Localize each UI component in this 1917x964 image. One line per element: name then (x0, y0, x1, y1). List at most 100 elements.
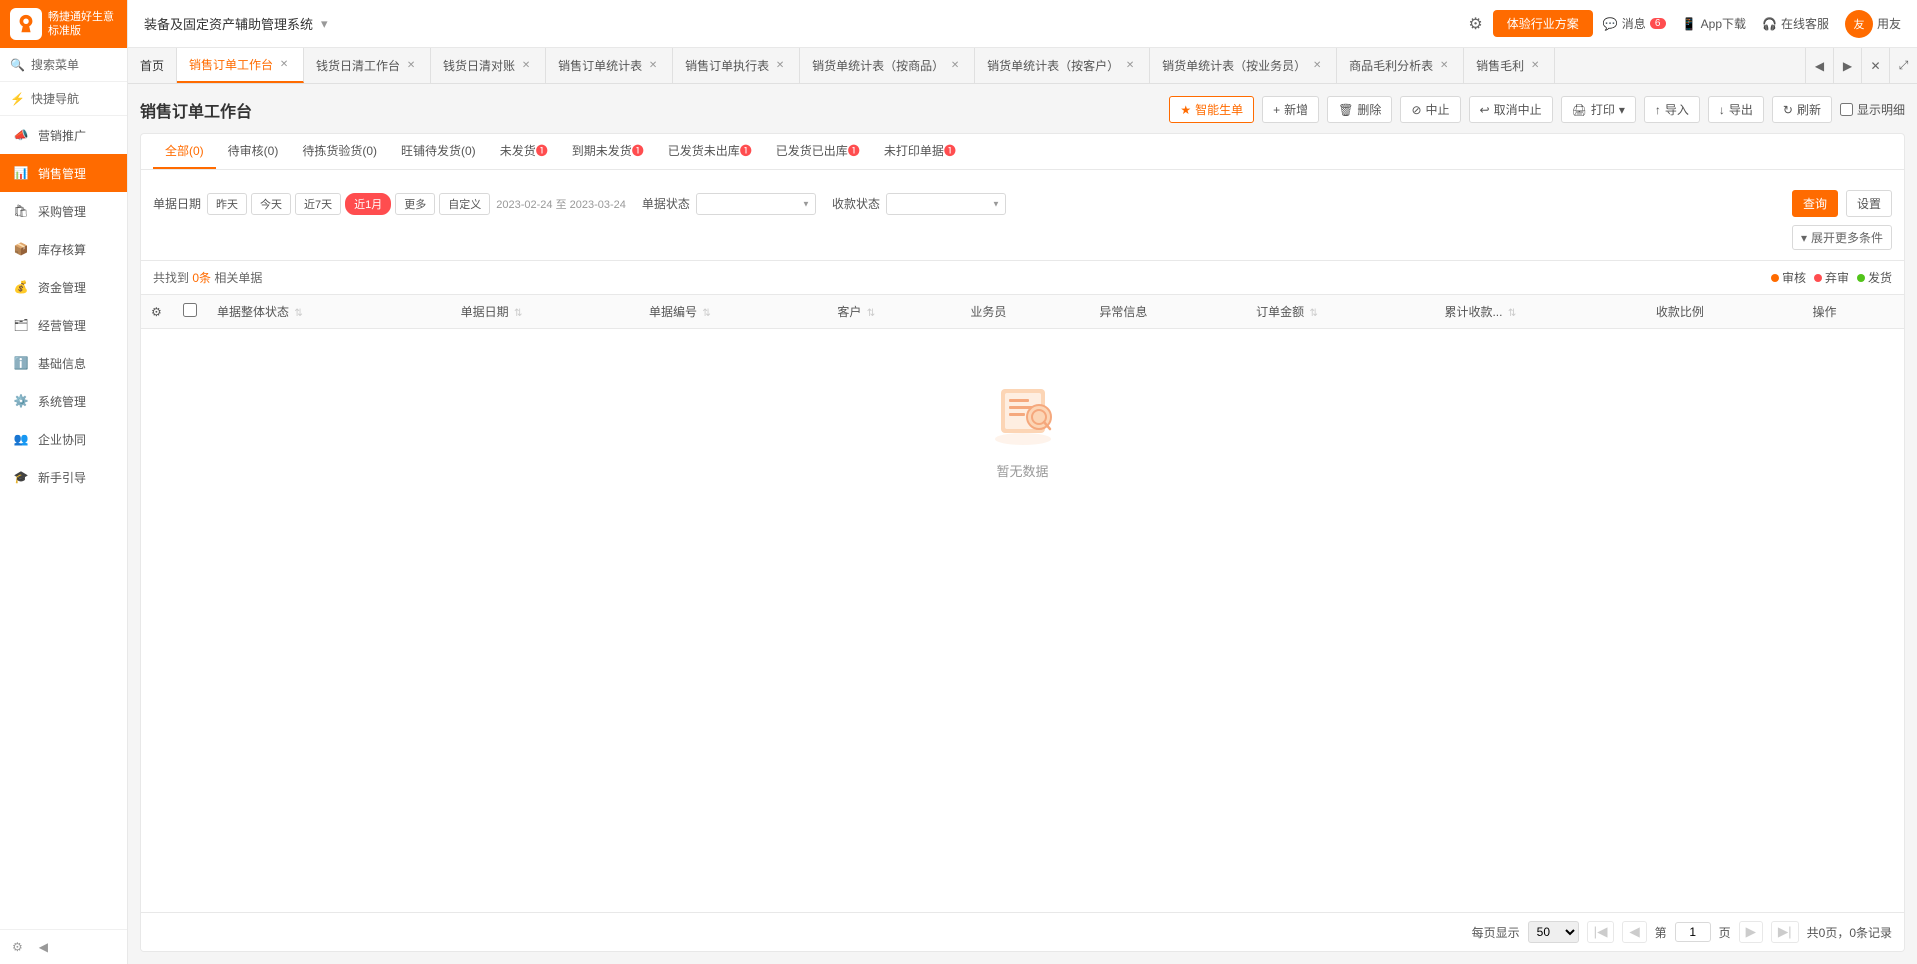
tab-gross-margin[interactable]: 商品毛利分析表 ✕ (1337, 48, 1464, 83)
sidebar-item-system[interactable]: ⚙️ 系统管理 (0, 382, 127, 420)
sidebar-item-operation[interactable]: 🗂 经营管理 (0, 306, 127, 344)
sidebar-item-enterprise[interactable]: 👥 企业协同 (0, 420, 127, 458)
tab-cash-reconcile[interactable]: 钱货日清对账 ✕ (431, 48, 546, 83)
sort-icon[interactable]: ⇅ (1309, 308, 1317, 319)
filter-tab-overdue[interactable]: 到期未发货❶ (560, 134, 656, 169)
sidebar-item-inventory[interactable]: 📦 库存核算 (0, 230, 127, 268)
filter-settings-button[interactable]: 设置 (1846, 190, 1892, 217)
query-button[interactable]: 查询 (1792, 190, 1838, 217)
app-download-action[interactable]: 📱 App下载 (1682, 15, 1746, 32)
page-number-input[interactable] (1675, 922, 1711, 942)
sidebar-item-baseinfo[interactable]: ℹ️ 基础信息 (0, 344, 127, 382)
sidebar-item-label: 企业协同 (38, 431, 86, 448)
tab-close-icon[interactable]: ✕ (1528, 59, 1542, 73)
user-action[interactable]: 友 用友 (1845, 10, 1901, 38)
sidebar-search-item[interactable]: 🔍 搜索菜单 (0, 48, 127, 82)
date-custom-button[interactable]: 自定义 (439, 193, 490, 215)
table-scroll-area[interactable]: ⚙ 单据整体状态 ⇅ 单据日期 ⇅ (141, 295, 1904, 912)
col-status-label: 单据整体状态 (217, 305, 289, 319)
tab-cash-daily[interactable]: 钱货日清工作台 ✕ (304, 48, 431, 83)
logo-text: 畅捷通好生意 标准版 (48, 10, 114, 39)
suspend-button[interactable]: ⊘ 中止 (1400, 96, 1460, 123)
tab-close-icon[interactable]: ✕ (277, 58, 291, 72)
tab-scroll-left-button[interactable]: ◀ (1805, 48, 1833, 84)
tab-close-icon[interactable]: ✕ (404, 59, 418, 73)
status-filter-select[interactable] (696, 193, 816, 215)
tab-scroll-right-button[interactable]: ▶ (1833, 48, 1861, 84)
next-page-button[interactable]: ▶ (1739, 921, 1763, 943)
payment-filter-select[interactable] (886, 193, 1006, 215)
ship-action-button[interactable]: 发货 (1857, 269, 1892, 286)
gear-bottom-icon[interactable]: ⚙ (12, 940, 23, 954)
refresh-button[interactable]: ↻ 刷新 (1772, 96, 1832, 123)
date-today-button[interactable]: 今天 (251, 193, 291, 215)
filter-tab-pending-review[interactable]: 待审核(0) (216, 134, 291, 169)
sidebar-quicknav-item[interactable]: ⚡ 快捷导航 (0, 82, 127, 116)
settings-topbar-icon[interactable]: ⚙ (1468, 14, 1482, 34)
message-action[interactable]: 💬 消息 6 (1603, 15, 1666, 32)
show-detail-checkbox[interactable]: 显示明细 (1840, 101, 1905, 118)
delete-button[interactable]: 🗑 删除 (1327, 96, 1392, 123)
cancel-review-action-button[interactable]: 弃审 (1814, 269, 1849, 286)
review-action-button[interactable]: 审核 (1771, 269, 1806, 286)
prev-page-button[interactable]: ◀ (1622, 921, 1646, 943)
sort-icon[interactable]: ⇅ (1508, 308, 1516, 319)
tab-sales-exec[interactable]: 销售订单执行表 ✕ (673, 48, 800, 83)
show-detail-input[interactable] (1840, 103, 1853, 116)
tab-close-icon[interactable]: ✕ (1123, 59, 1137, 73)
sidebar-item-purchase[interactable]: 🛍 采购管理 (0, 192, 127, 230)
sort-icon[interactable]: ⇅ (294, 308, 302, 319)
filter-tab-not-shipped[interactable]: 未发货❶ (488, 134, 560, 169)
tab-close-icon[interactable]: ✕ (1310, 59, 1324, 73)
tab-sales-stat[interactable]: 销售订单统计表 ✕ (546, 48, 673, 83)
tab-maximize-button[interactable]: ⤢ (1889, 48, 1917, 84)
select-all-checkbox[interactable] (183, 303, 197, 317)
sidebar-item-guide[interactable]: 🎓 新手引导 (0, 458, 127, 496)
tab-sales-order[interactable]: 销售订单工作台 ✕ (177, 48, 304, 83)
tab-sales-summary-product[interactable]: 销货单统计表（按商品） ✕ (800, 48, 975, 83)
tab-close-icon[interactable]: ✕ (519, 59, 533, 73)
new-button[interactable]: + 新增 (1262, 96, 1319, 123)
filter-tab-shipped-out[interactable]: 已发货已出库❶ (764, 134, 872, 169)
tab-close-all-button[interactable]: ✕ (1861, 48, 1889, 84)
sort-icon[interactable]: ⇅ (867, 308, 875, 319)
export-button[interactable]: ↓ 导出 (1708, 96, 1764, 123)
filter-tab-wangpu[interactable]: 旺铺待发货(0) (389, 134, 488, 169)
date-7days-button[interactable]: 近7天 (295, 193, 341, 215)
date-yesterday-button[interactable]: 昨天 (207, 193, 247, 215)
tab-close-icon[interactable]: ✕ (646, 59, 660, 73)
tab-sales-summary-customer[interactable]: 销货单统计表（按客户） ✕ (975, 48, 1150, 83)
expand-filter-button[interactable]: ▾ 展开更多条件 (1792, 225, 1892, 250)
tab-close-icon[interactable]: ✕ (773, 59, 787, 73)
date-more-button[interactable]: 更多 (395, 193, 435, 215)
filter-tab-not-printed[interactable]: 未打印单据❶ (872, 134, 968, 169)
filter-tab-pending-inspect[interactable]: 待拣货验货(0) (290, 134, 389, 169)
sidebar-item-sales[interactable]: 📊 销售管理 (0, 154, 127, 192)
filter-tab-shipped-not-warehoused[interactable]: 已发货未出库❶ (656, 134, 764, 169)
tab-close-icon[interactable]: ✕ (948, 59, 962, 73)
date-1month-button[interactable]: 近1月 (345, 193, 391, 215)
first-page-button[interactable]: |◀ (1587, 921, 1615, 943)
column-settings-icon[interactable]: ⚙ (151, 305, 162, 319)
tab-close-icon[interactable]: ✕ (1437, 59, 1451, 73)
industry-solution-button[interactable]: 体验行业方案 (1493, 10, 1593, 37)
smart-create-button[interactable]: ★ 智能生单 (1169, 96, 1254, 123)
chevron-down-icon[interactable]: ▾ (321, 16, 328, 32)
th-settings[interactable]: ⚙ (141, 295, 173, 329)
cancel-suspend-button[interactable]: ↩ 取消中止 (1469, 96, 1553, 123)
tab-home[interactable]: 首页 (128, 48, 177, 83)
import-button[interactable]: ↑ 导入 (1644, 96, 1700, 123)
tab-sales-profit[interactable]: 销售毛利 ✕ (1464, 48, 1555, 83)
per-page-select[interactable]: 20 50 100 (1528, 921, 1579, 943)
last-page-button[interactable]: ▶| (1771, 921, 1799, 943)
collapse-icon[interactable]: ◀ (39, 940, 48, 954)
tab-sales-summary-staff[interactable]: 销货单统计表（按业务员） ✕ (1150, 48, 1337, 83)
sort-icon[interactable]: ⇅ (514, 308, 522, 319)
sort-icon[interactable]: ⇅ (702, 308, 710, 319)
online-service-action[interactable]: 🎧 在线客服 (1762, 15, 1829, 32)
sidebar-item-marketing[interactable]: 📣 营销推广 (0, 116, 127, 154)
tab-sales-profit-label: 销售毛利 (1476, 57, 1524, 74)
sidebar-item-finance[interactable]: 💰 资金管理 (0, 268, 127, 306)
print-button[interactable]: 🖨 打印 ▾ (1561, 96, 1636, 123)
filter-tab-all[interactable]: 全部(0) (153, 134, 216, 169)
